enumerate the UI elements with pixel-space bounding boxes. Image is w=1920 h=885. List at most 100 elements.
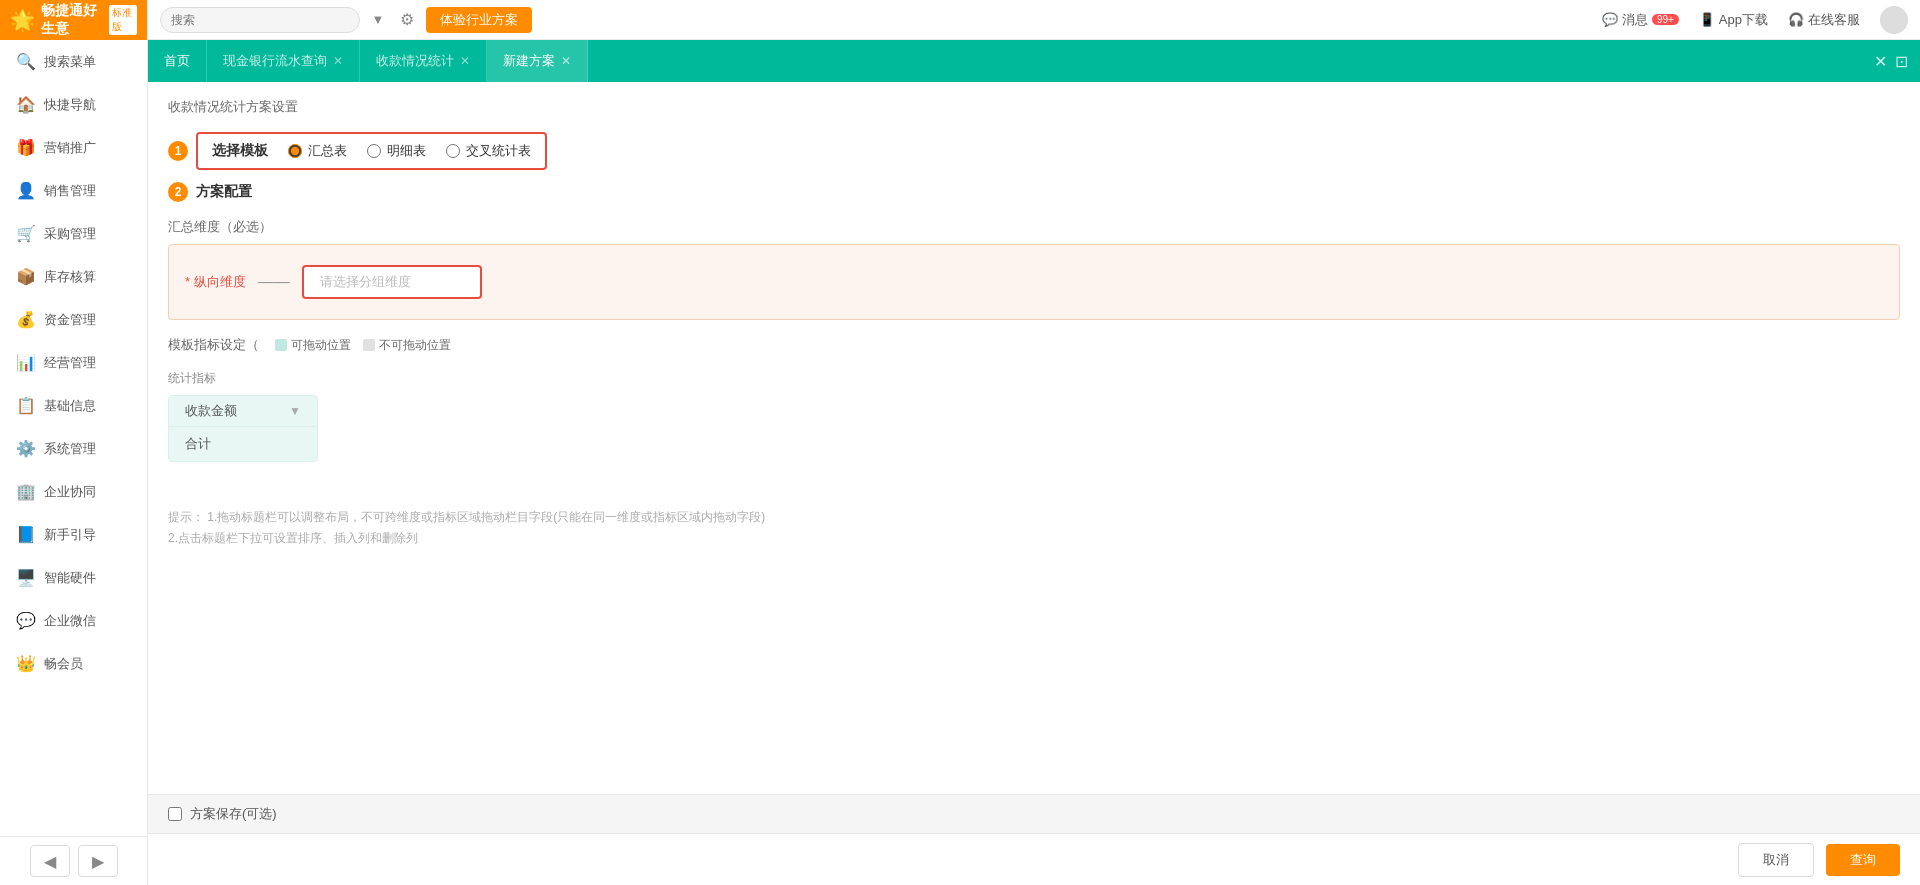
money-icon: 💰 [16, 310, 36, 329]
save-plan-label: 方案保存(可选) [190, 805, 277, 823]
tab-new-plan-close[interactable]: ✕ [561, 54, 571, 68]
tab-receipt-stats[interactable]: 收款情况统计 ✕ [360, 40, 487, 82]
metrics-section: 模板指标设定（ 可拖动位置 不可拖动位置 [168, 336, 1900, 473]
dimension-selector[interactable]: 请选择分组维度 [302, 265, 482, 299]
sidebar-item-system[interactable]: ⚙️ 系统管理 [0, 427, 147, 470]
crown-icon: 👑 [16, 654, 36, 673]
tab-bank-flow[interactable]: 现金银行流水查询 ✕ [207, 40, 360, 82]
sidebar-item-marketing[interactable]: 🎁 营销推广 [0, 126, 147, 169]
radio-detail-input[interactable] [367, 144, 381, 158]
sidebar-item-label: 采购管理 [44, 225, 96, 243]
cancel-button[interactable]: 取消 [1738, 843, 1814, 877]
sidebar-item-enterprise-wechat[interactable]: 💬 企业微信 [0, 599, 147, 642]
radio-summary[interactable]: 汇总表 [288, 142, 347, 160]
sidebar-collapse-button[interactable]: ▶ [78, 845, 118, 877]
search-menu-icon: 🔍 [16, 52, 36, 71]
tab-close-all-icon[interactable]: ✕ [1874, 52, 1887, 71]
metrics-header-label: 统计指标 [168, 370, 1900, 387]
settings-icon[interactable]: ⚙ [400, 10, 414, 29]
tab-receipt-stats-label: 收款情况统计 [376, 52, 454, 70]
gear-icon: ⚙️ [16, 439, 36, 458]
message-badge: 99+ [1652, 14, 1679, 25]
sidebar-item-operation[interactable]: 📊 经营管理 [0, 341, 147, 384]
clipboard-icon: 📋 [16, 396, 36, 415]
save-plan-checkbox[interactable] [168, 807, 182, 821]
sidebar-item-label: 营销推广 [44, 139, 96, 157]
sidebar-bottom: ◀ ▶ [0, 836, 147, 885]
sidebar-item-smart-hw[interactable]: 🖥️ 智能硬件 [0, 556, 147, 599]
sidebar-item-label: 新手引导 [44, 526, 96, 544]
metrics-table-header[interactable]: 收款金额 ▼ [169, 396, 317, 426]
radio-detail[interactable]: 明细表 [367, 142, 426, 160]
metrics-legend: 可拖动位置 不可拖动位置 [275, 337, 451, 354]
search-input[interactable] [160, 7, 360, 33]
sidebar-item-label: 销售管理 [44, 182, 96, 200]
radio-cross-input[interactable] [446, 144, 460, 158]
sidebar-item-member[interactable]: 👑 畅会员 [0, 642, 147, 685]
monitor-icon: 🖥️ [16, 568, 36, 587]
tip-item-2: 2.点击标题栏下拉可设置排序、插入列和删除列 [168, 530, 1900, 547]
tip-item-1: 提示： 1.拖动标题栏可以调整布局，不可跨维度或指标区域拖动栏目字段(只能在同一… [168, 509, 1900, 526]
header-dropdown-icon[interactable]: ▼ [368, 10, 388, 30]
tab-new-plan[interactable]: 新建方案 ✕ [487, 40, 588, 82]
metrics-title-row: 模板指标设定（ 可拖动位置 不可拖动位置 [168, 336, 1900, 354]
sidebar-item-enterprise-coop[interactable]: 🏢 企业协同 [0, 470, 147, 513]
message-button[interactable]: 💬 消息 99+ [1602, 11, 1679, 29]
app-download-button[interactable]: 📱 App下载 [1699, 11, 1768, 29]
page-content: 收款情况统计方案设置 1 选择模板 汇总表 明细表 [148, 82, 1920, 794]
legend-fixed-label: 不可拖动位置 [379, 337, 451, 354]
sidebar-item-label: 搜索菜单 [44, 53, 96, 71]
sidebar-item-finance[interactable]: 💰 资金管理 [0, 298, 147, 341]
sidebar-item-sales[interactable]: 👤 销售管理 [0, 169, 147, 212]
tab-bank-flow-close[interactable]: ✕ [333, 54, 343, 68]
action-bar: 取消 查询 [148, 833, 1920, 885]
sidebar-item-purchase[interactable]: 🛒 采购管理 [0, 212, 147, 255]
sidebar-item-basic-info[interactable]: 📋 基础信息 [0, 384, 147, 427]
dimension-arrow-icon: —— [258, 273, 290, 291]
dropdown-icon[interactable]: ▼ [289, 404, 301, 418]
user-avatar[interactable] [1880, 6, 1908, 34]
tab-home-label: 首页 [164, 52, 190, 70]
legend-draggable: 可拖动位置 [275, 337, 351, 354]
logo-badge: 标准版 [109, 5, 137, 35]
page-title: 收款情况统计方案设置 [168, 98, 1900, 116]
sidebar-logo: 🌟 畅捷通好生意 标准版 [0, 0, 147, 40]
main-area: ▼ ⚙ 体验行业方案 💬 消息 99+ 📱 App下载 🎧 在线客服 首页 [148, 0, 1920, 885]
sidebar-item-guide[interactable]: 📘 新手引导 [0, 513, 147, 556]
tab-home[interactable]: 首页 [148, 40, 207, 82]
footer-section: 方案保存(可选) [148, 794, 1920, 833]
radio-cross[interactable]: 交叉统计表 [446, 142, 531, 160]
sidebar-item-inventory[interactable]: 📦 库存核算 [0, 255, 147, 298]
online-service-button[interactable]: 🎧 在线客服 [1788, 11, 1860, 29]
user-icon: 👤 [16, 181, 36, 200]
sidebar-item-label: 畅会员 [44, 655, 83, 673]
sidebar-item-label: 企业协同 [44, 483, 96, 501]
radio-summary-input[interactable] [288, 144, 302, 158]
tab-maximize-icon[interactable]: ⊡ [1895, 52, 1908, 71]
sidebar-item-label: 基础信息 [44, 397, 96, 415]
metrics-table-cell: 合计 [169, 426, 317, 461]
legend-draggable-label: 可拖动位置 [291, 337, 351, 354]
sidebar-item-quick-nav[interactable]: 🏠 快捷导航 [0, 83, 147, 126]
box-icon: 📦 [16, 267, 36, 286]
download-icon: 📱 [1699, 12, 1715, 27]
sidebar-item-label: 企业微信 [44, 612, 96, 630]
trial-button[interactable]: 体验行业方案 [426, 7, 532, 33]
metrics-cell-text: 合计 [185, 436, 211, 451]
dimension-placeholder: 请选择分组维度 [320, 274, 411, 289]
sidebar-item-label: 快捷导航 [44, 96, 96, 114]
tab-bar-right: ✕ ⊡ [1862, 40, 1920, 82]
tab-receipt-stats-close[interactable]: ✕ [460, 54, 470, 68]
sidebar-item-label: 经营管理 [44, 354, 96, 372]
section1-number: 1 [168, 141, 188, 161]
sidebar-item-search-menu[interactable]: 🔍 搜索菜单 [0, 40, 147, 83]
message-label: 消息 [1622, 11, 1648, 29]
section2-title: 方案配置 [196, 183, 252, 201]
sidebar-expand-button[interactable]: ◀ [30, 845, 70, 877]
query-button[interactable]: 查询 [1826, 844, 1900, 876]
sidebar-item-label: 库存核算 [44, 268, 96, 286]
draggable-dot [275, 339, 287, 351]
book-icon: 📘 [16, 525, 36, 544]
metrics-header-text: 收款金额 [185, 402, 237, 420]
metrics-table: 收款金额 ▼ 合计 [168, 395, 318, 462]
